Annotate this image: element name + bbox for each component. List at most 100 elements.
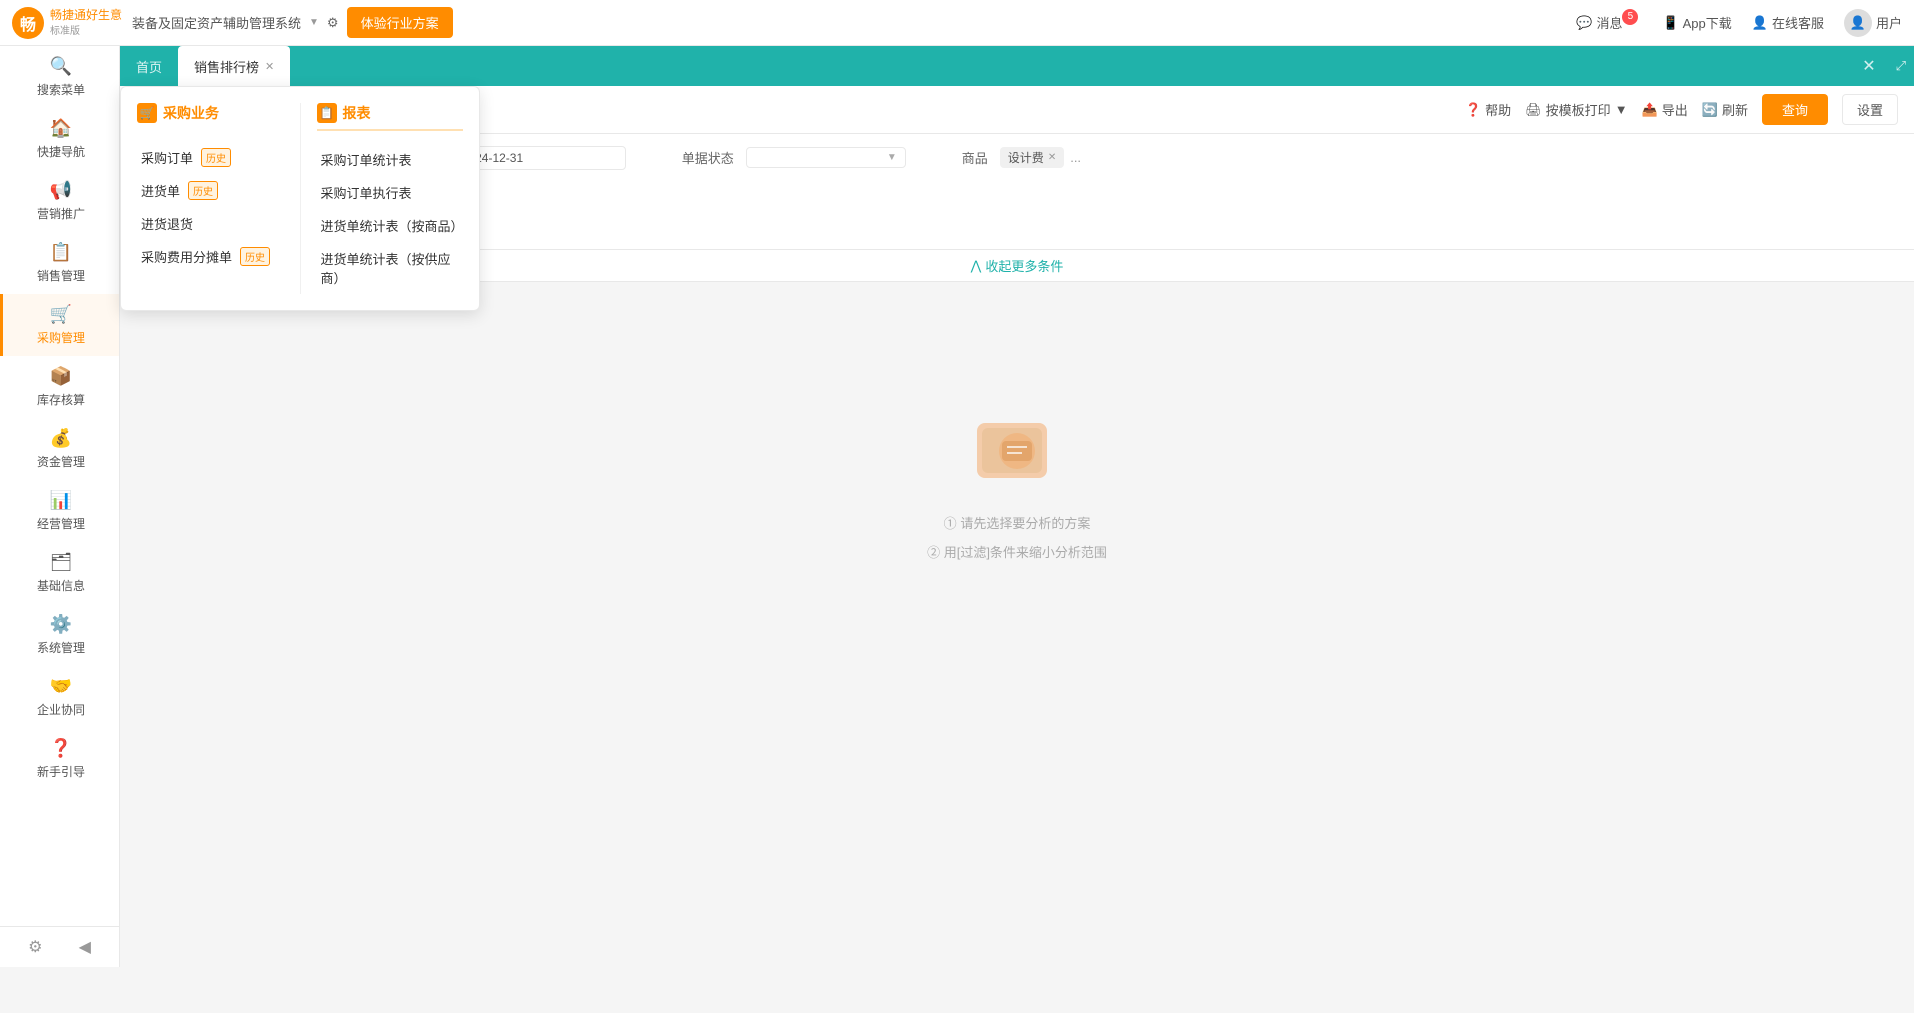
- enterprise-icon: 🤝: [50, 676, 72, 697]
- top-bar: 畅 畅捷通好生意 标准版 装备及固定资产辅助管理系统 ▼ ⚙ 体验行业方案 💬 …: [0, 0, 1914, 46]
- sidebar-label-sales: 销售管理: [37, 267, 85, 284]
- export-btn[interactable]: 📤 导出: [1642, 100, 1688, 119]
- tab-bar: 首页 销售排行榜 ✕ ✕ ⤢: [120, 46, 1914, 86]
- print-dropdown-arrow[interactable]: ▼: [1615, 102, 1628, 117]
- notification-item[interactable]: 💬 消息 5: [1576, 13, 1642, 32]
- sidebar-item-enterprise[interactable]: 🤝 企业协同: [0, 666, 119, 728]
- expense-label: 采购费用分摊单: [141, 247, 232, 266]
- collapse-label: 收起更多条件: [985, 256, 1063, 275]
- refresh-btn[interactable]: 🔄 刷新: [1702, 100, 1748, 119]
- online-service-label: 在线客服: [1772, 13, 1824, 32]
- goods-tag-close[interactable]: ✕: [1048, 152, 1056, 163]
- search-icon: 🔍: [50, 56, 72, 77]
- marketing-icon: 📢: [50, 180, 72, 201]
- sidebar-item-quick-nav[interactable]: 🏠 快捷导航: [0, 108, 119, 170]
- empty-state: ① 请先选择要分析的方案 ② 用[过滤]条件来缩小分析范围: [120, 282, 1914, 682]
- dropdown-item-purchase-order[interactable]: 采购订单 历史: [137, 141, 284, 174]
- order-exec-label: 采购订单执行表: [321, 183, 412, 202]
- tab-bar-expand-btn[interactable]: ⤢: [1888, 58, 1914, 74]
- help-btn[interactable]: ❓ 帮助: [1465, 100, 1511, 119]
- finance-icon: 💰: [50, 428, 72, 449]
- sidebar-item-purchase[interactable]: 🛒 采购管理: [0, 294, 119, 356]
- query-button[interactable]: 查询: [1762, 94, 1828, 125]
- goods-label: 商品: [962, 148, 988, 167]
- tab-sales-rank-label: 销售排行榜: [194, 57, 259, 76]
- empty-hint1: ① 请先选择要分析的方案: [944, 513, 1091, 532]
- export-icon: 📤: [1642, 102, 1658, 118]
- dropdown-item-expense[interactable]: 采购费用分摊单 历史: [137, 240, 284, 273]
- sidebar-label-quick-nav: 快捷导航: [37, 143, 85, 160]
- receipt-stats-goods-label: 进货单统计表（按商品）: [321, 216, 460, 235]
- goods-more-btn[interactable]: ...: [1070, 150, 1081, 165]
- purchase-section-header: 🛒 采购业务: [137, 103, 284, 129]
- print-template-btn[interactable]: 🖨 按模板打印 ▼: [1525, 100, 1627, 119]
- sidebar-item-sales[interactable]: 📋 销售管理: [0, 232, 119, 294]
- sidebar-item-system[interactable]: ⚙️ 系统管理: [0, 604, 119, 666]
- title-dropdown-arrow[interactable]: ▼: [309, 17, 319, 28]
- dropdown-item-receipt-stats-goods[interactable]: 进货单统计表（按商品）: [317, 209, 464, 242]
- doc-status-select[interactable]: ▼: [746, 147, 906, 168]
- tab-home[interactable]: 首页: [120, 46, 178, 86]
- sidebar-item-finance[interactable]: 💰 资金管理: [0, 418, 119, 480]
- app-download-item[interactable]: 📱 App下载: [1662, 13, 1731, 32]
- goods-tags: 设计费 ✕ ...: [1000, 147, 1081, 168]
- sidebar-item-marketing[interactable]: 📢 营销推广: [0, 170, 119, 232]
- dropdown-item-order-exec[interactable]: 采购订单执行表: [317, 176, 464, 209]
- user-item[interactable]: 👤 用户: [1844, 9, 1902, 37]
- online-service-item[interactable]: 👤 在线客服: [1752, 13, 1824, 32]
- logo-area: 畅 畅捷通好生意 标准版: [12, 7, 132, 39]
- refresh-icon: 🔄: [1702, 102, 1718, 118]
- sidebar-label-purchase: 采购管理: [37, 329, 85, 346]
- operations-icon: 📊: [50, 490, 72, 511]
- empty-hint2: ② 用[过滤]条件来缩小分析范围: [927, 542, 1107, 561]
- dropdown-item-order-stats[interactable]: 采购订单统计表: [317, 143, 464, 176]
- tab-bar-close-btn[interactable]: ✕: [1850, 56, 1887, 76]
- dropdown-item-receipt[interactable]: 进货单 历史: [137, 174, 284, 207]
- sidebar-label-system: 系统管理: [37, 639, 85, 656]
- home-icon: 🏠: [50, 118, 72, 139]
- sidebar-label-guide: 新手引导: [37, 763, 85, 780]
- logo-icon: 畅: [12, 7, 44, 39]
- purchase-order-hist: 历史: [201, 148, 231, 167]
- sidebar-item-operations[interactable]: 📊 经营管理: [0, 480, 119, 542]
- dropdown-purchase-menu: 🛒 采购业务 采购订单 历史 进货单 历史 进货退货 采购费用分摊单 历史 📋 …: [120, 86, 480, 311]
- sidebar-settings-btn[interactable]: ⚙: [28, 937, 42, 957]
- doc-status-label: 单据状态: [682, 148, 734, 167]
- empty-hint2-text: 用[过滤]条件来缩小分析范围: [944, 545, 1107, 560]
- sales-icon: 📋: [50, 242, 72, 263]
- sidebar-label-inventory: 库存核算: [37, 391, 85, 408]
- topbar-right: 💬 消息 5 📱 App下载 👤 在线客服 👤 用户: [1576, 9, 1902, 37]
- avatar: 👤: [1844, 9, 1872, 37]
- dropdown-item-return[interactable]: 进货退货: [137, 207, 284, 240]
- report-section-header: 📋 报表: [317, 103, 464, 131]
- sidebar-item-search[interactable]: 🔍 搜索菜单: [0, 46, 119, 108]
- notification-badge: 5: [1622, 9, 1638, 25]
- doc-status-arrow: ▼: [887, 152, 897, 163]
- logo-text: 畅捷通好生意 标准版: [50, 8, 122, 37]
- sidebar-bottom: ⚙ ◀: [0, 926, 119, 967]
- sidebar-item-basic-info[interactable]: 🗂 基础信息: [0, 542, 119, 604]
- message-icon: 💬: [1576, 15, 1592, 31]
- sidebar-item-guide[interactable]: ❓ 新手引导: [0, 728, 119, 790]
- sidebar-collapse-btn[interactable]: ◀: [79, 937, 91, 957]
- purchase-icon: 🛒: [50, 304, 72, 325]
- dropdown-item-receipt-stats-supplier[interactable]: 进货单统计表（按供应商）: [317, 242, 464, 294]
- goods-tag-item: 设计费 ✕: [1000, 147, 1064, 168]
- tab-close-icon[interactable]: ✕: [265, 60, 274, 73]
- export-label: 导出: [1662, 100, 1688, 119]
- sidebar-label-operations: 经营管理: [37, 515, 85, 532]
- industry-button[interactable]: 体验行业方案: [347, 7, 453, 38]
- sidebar-item-inventory[interactable]: 📦 库存核算: [0, 356, 119, 418]
- report-header-icon: 📋: [317, 103, 337, 123]
- sidebar-label-finance: 资金管理: [37, 453, 85, 470]
- help-label: 帮助: [1485, 100, 1511, 119]
- tab-sales-rank[interactable]: 销售排行榜 ✕: [178, 46, 290, 86]
- settings-button[interactable]: 设置: [1842, 94, 1898, 125]
- collapse-arrow-icon: ⋀: [971, 258, 982, 274]
- receipt-hist: 历史: [188, 181, 218, 200]
- sidebar-label-marketing: 营销推广: [37, 205, 85, 222]
- purchase-section-title: 采购业务: [163, 103, 219, 123]
- title-settings-icon[interactable]: ⚙: [327, 15, 339, 31]
- tab-home-label: 首页: [136, 57, 162, 76]
- user-label: 用户: [1876, 13, 1902, 32]
